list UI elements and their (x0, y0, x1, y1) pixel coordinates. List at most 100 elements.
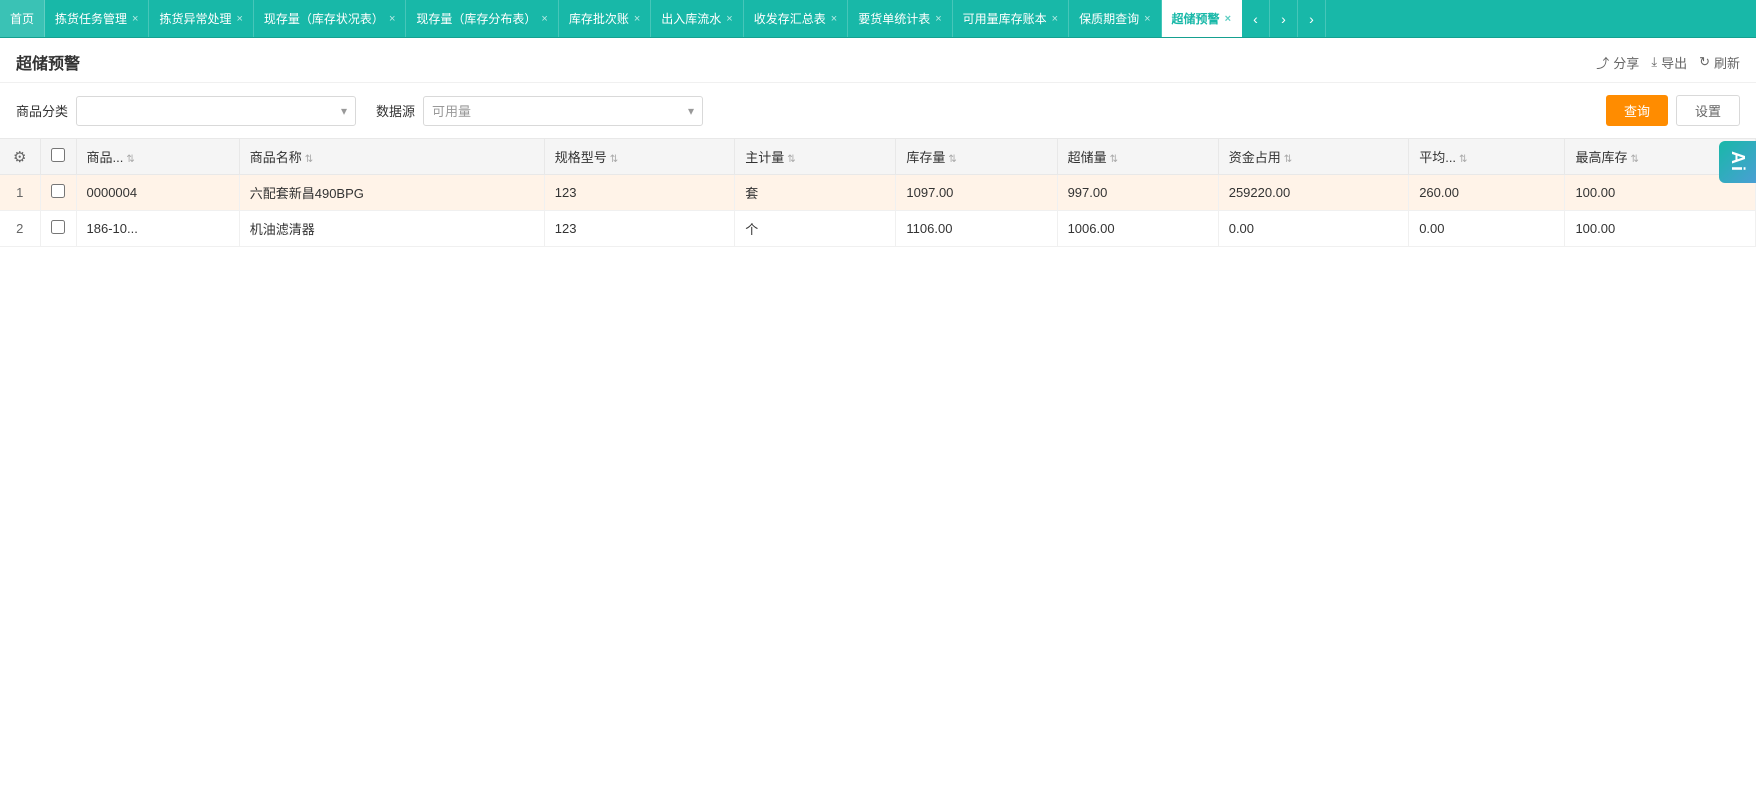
query-button[interactable]: 查询 (1606, 95, 1668, 126)
table-header-unit[interactable]: 主计量⇅ (735, 139, 896, 175)
share-icon: ⤴ (1596, 53, 1609, 72)
refresh-button[interactable]: ↻ 刷新 (1699, 53, 1740, 72)
row-max-stock: 100.00 (1565, 211, 1756, 247)
nav-tab-batch[interactable]: 库存批次账 × (559, 0, 651, 38)
settings-button[interactable]: 设置 (1676, 95, 1740, 126)
row-spec: 123 (544, 175, 734, 211)
close-icon[interactable]: × (236, 13, 242, 25)
nav-tab-stock-status[interactable]: 现存量（库存状况表） × (254, 0, 406, 38)
table-header-gear: ⚙ (0, 139, 40, 175)
nav-tab-summary[interactable]: 收发存汇总表 × (744, 0, 848, 38)
row-over-stock: 997.00 (1057, 175, 1218, 211)
close-icon[interactable]: × (389, 13, 395, 25)
nav-tab-available[interactable]: 可用量库存账本 × (953, 0, 1069, 38)
row-unit: 个 (735, 211, 896, 247)
row-checkbox[interactable] (51, 184, 65, 198)
select-all-checkbox[interactable] (51, 148, 65, 162)
row-checkbox[interactable] (51, 220, 65, 234)
table-header-stock[interactable]: 库存量⇅ (896, 139, 1057, 175)
row-stock: 1097.00 (896, 175, 1057, 211)
row-checkbox-cell (40, 175, 76, 211)
sort-icon: ⇅ (1459, 154, 1467, 165)
sort-icon: ⇅ (610, 154, 618, 165)
nav-prev-arrow[interactable]: ‹ (1242, 0, 1270, 38)
nav-next-arrow[interactable]: › (1270, 0, 1298, 38)
row-capital: 0.00 (1218, 211, 1408, 247)
top-nav: 首页 拣货任务管理 × 拣货异常处理 × 现存量（库存状况表） × 现存量（库存… (0, 0, 1756, 38)
sort-icon: ⇅ (126, 154, 134, 165)
chevron-down-icon: ▾ (341, 104, 347, 118)
header-actions: ⤴ 分享 ⤓ 导出 ↻ 刷新 (1596, 53, 1740, 72)
datasource-filter-group: 数据源 可用量 ▾ (376, 96, 703, 126)
chevron-down-icon: ▾ (688, 104, 694, 118)
nav-tab-order-stat[interactable]: 要货单统计表 × (848, 0, 952, 38)
nav-tab-overstock[interactable]: 超储预警 × (1162, 0, 1242, 38)
datasource-label: 数据源 (376, 101, 415, 120)
close-icon[interactable]: × (1225, 13, 1231, 25)
row-stock: 1106.00 (896, 211, 1057, 247)
refresh-icon: ↻ (1699, 54, 1710, 70)
close-icon[interactable]: × (726, 13, 732, 25)
sort-icon: ⇅ (305, 154, 313, 165)
data-table: ⚙ 商品...⇅ 商品名称⇅ 规格型号⇅ 主计量⇅ (0, 138, 1756, 247)
row-num-cell: 1 (0, 175, 40, 211)
sort-icon: ⇅ (1110, 154, 1118, 165)
gear-icon[interactable]: ⚙ (13, 149, 26, 166)
row-unit: 套 (735, 175, 896, 211)
datasource-select-text: 可用量 (432, 101, 471, 120)
close-icon[interactable]: × (935, 13, 941, 25)
row-capital: 259220.00 (1218, 175, 1408, 211)
close-icon[interactable]: × (1144, 13, 1150, 25)
page-title: 超储预警 (16, 50, 80, 74)
table-header-over-stock[interactable]: 超储量⇅ (1057, 139, 1218, 175)
nav-tab-home[interactable]: 首页 (0, 0, 45, 38)
close-icon[interactable]: × (1052, 13, 1058, 25)
table-header-row: ⚙ 商品...⇅ 商品名称⇅ 规格型号⇅ 主计量⇅ (0, 139, 1756, 175)
nav-tab-stock-dist[interactable]: 现存量（库存分布表） × (406, 0, 558, 38)
close-icon[interactable]: × (132, 13, 138, 25)
close-icon[interactable]: × (831, 13, 837, 25)
table-header-avg[interactable]: 平均...⇅ (1409, 139, 1565, 175)
table-container: ⚙ 商品...⇅ 商品名称⇅ 规格型号⇅ 主计量⇅ (0, 138, 1756, 247)
nav-tab-inout[interactable]: 出入库流水 × (651, 0, 743, 38)
row-avg: 0.00 (1409, 211, 1565, 247)
table-header-product-name[interactable]: 商品名称⇅ (239, 139, 544, 175)
row-spec: 123 (544, 211, 734, 247)
nav-tab-exception[interactable]: 拣货异常处理 × (149, 0, 253, 38)
filter-area: 商品分类 ▾ 数据源 可用量 ▾ 查询 设置 (0, 83, 1756, 138)
row-product-name: 机油滤清器 (239, 211, 544, 247)
category-filter-group: 商品分类 ▾ (16, 96, 356, 126)
nav-more-arrow[interactable]: › (1298, 0, 1326, 38)
ai-assistant-badge[interactable]: Ai (1719, 141, 1756, 183)
table-row: 1 0000004 六配套新昌490BPG 123 套 1097.00 997.… (0, 175, 1756, 211)
close-icon[interactable]: × (541, 13, 547, 25)
nav-tab-quality[interactable]: 保质期查询 × (1069, 0, 1161, 38)
sort-icon: ⇅ (1284, 154, 1292, 165)
export-icon: ⤓ (1651, 54, 1657, 70)
table-header-capital[interactable]: 资金占用⇅ (1218, 139, 1408, 175)
row-avg: 260.00 (1409, 175, 1565, 211)
row-product-name: 六配套新昌490BPG (239, 175, 544, 211)
category-select[interactable]: ▾ (76, 96, 356, 126)
nav-tab-task[interactable]: 拣货任务管理 × (45, 0, 149, 38)
close-icon[interactable]: × (634, 13, 640, 25)
table-row: 2 186-10... 机油滤清器 123 个 1106.00 1006.00 … (0, 211, 1756, 247)
page-content: 超储预警 ⤴ 分享 ⤓ 导出 ↻ 刷新 商品分类 ▾ 数据源 (0, 38, 1756, 800)
datasource-select[interactable]: 可用量 ▾ (423, 96, 703, 126)
page-header: 超储预警 ⤴ 分享 ⤓ 导出 ↻ 刷新 (0, 38, 1756, 83)
table-header-checkbox (40, 139, 76, 175)
row-product-code: 0000004 (76, 175, 239, 211)
sort-icon: ⇅ (787, 154, 795, 165)
row-checkbox-cell (40, 211, 76, 247)
share-button[interactable]: ⤴ 分享 (1596, 53, 1639, 72)
row-product-code: 186-10... (76, 211, 239, 247)
table-header-spec[interactable]: 规格型号⇅ (544, 139, 734, 175)
filter-actions: 查询 设置 (1606, 95, 1740, 126)
sort-icon: ⇅ (1630, 154, 1638, 165)
category-label: 商品分类 (16, 101, 68, 120)
row-over-stock: 1006.00 (1057, 211, 1218, 247)
table-header-product-code[interactable]: 商品...⇅ (76, 139, 239, 175)
row-num-cell: 2 (0, 211, 40, 247)
sort-icon: ⇅ (948, 154, 956, 165)
export-button[interactable]: ⤓ 导出 (1651, 53, 1687, 72)
